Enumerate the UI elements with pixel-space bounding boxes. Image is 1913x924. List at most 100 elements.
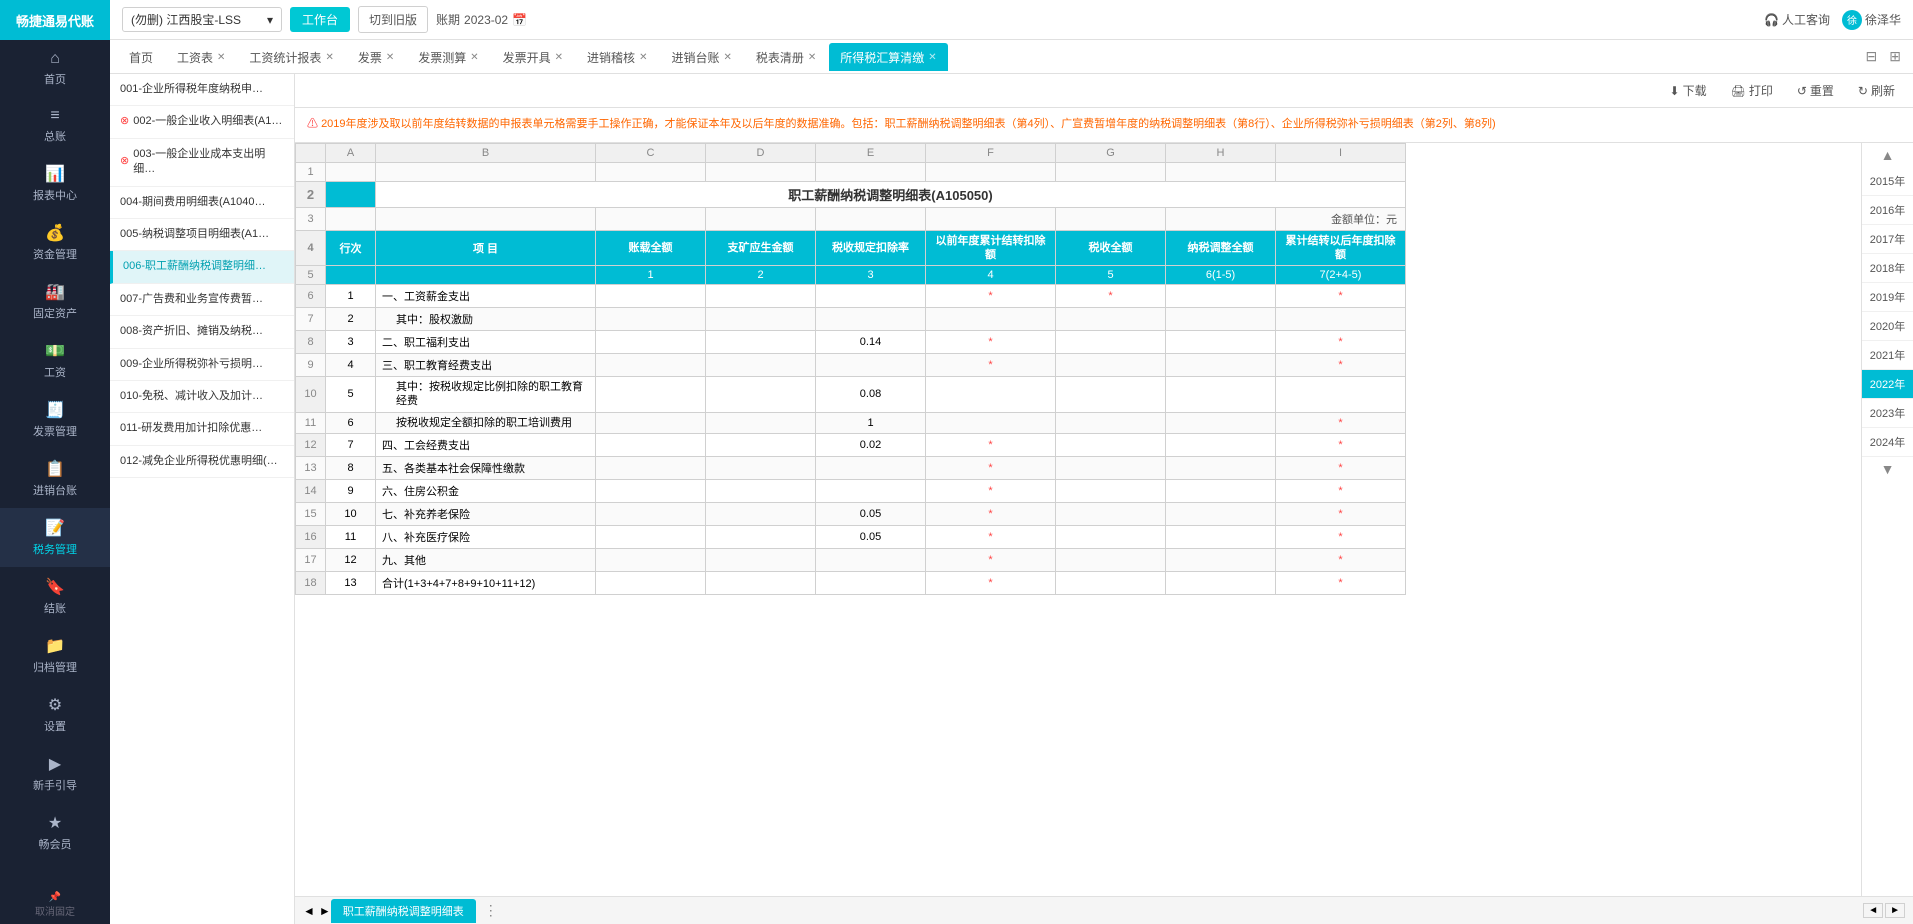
data-cell[interactable] [1166,285,1276,308]
seq-cell[interactable]: 1 [326,285,376,308]
data-cell[interactable]: * [926,354,1056,377]
data-cell[interactable] [706,549,816,572]
year-item-2022[interactable]: 2022年 [1862,370,1913,399]
data-cell[interactable] [596,308,706,331]
sidebar-item-general-ledger[interactable]: ≡ 总账 [0,97,110,154]
year-item-2021[interactable]: 2021年 [1862,341,1913,370]
data-cell[interactable] [706,354,816,377]
cell-D1[interactable] [706,162,816,181]
support-link[interactable]: 🎧 人工客询 [1764,11,1830,28]
data-cell[interactable]: * [1276,526,1406,549]
seq-cell[interactable]: 13 [326,572,376,595]
year-item-2017[interactable]: 2017年 [1862,225,1913,254]
download-button[interactable]: ⬇ 下载 [1664,80,1713,101]
data-cell[interactable] [706,308,816,331]
bottom-nav-right[interactable]: ► [319,904,331,918]
cell-E1[interactable] [816,162,926,181]
cell-E3[interactable] [816,207,926,230]
data-cell[interactable] [816,457,926,480]
scroll-left-btn[interactable]: ◄ [1863,903,1883,918]
item-cell[interactable]: 一、工资薪金支出 [376,285,596,308]
cell-A1[interactable] [326,162,376,181]
data-cell[interactable] [1166,331,1276,354]
sheet-options-btn[interactable]: ⋮ [484,902,498,919]
data-cell[interactable] [596,549,706,572]
data-cell[interactable]: * [1276,331,1406,354]
year-item-2019[interactable]: 2019年 [1862,283,1913,312]
seq-cell[interactable]: 6 [326,412,376,433]
list-item-010[interactable]: 010-免税、减计收入及加计… [110,381,294,413]
data-cell[interactable] [706,412,816,433]
data-cell[interactable] [596,457,706,480]
data-cell[interactable]: 0.14 [816,331,926,354]
tab-tax-summary-close[interactable]: ✕ [928,52,936,63]
cell-G1[interactable] [1056,162,1166,181]
bottom-nav-left[interactable]: ◄ [303,904,315,918]
data-cell[interactable] [1166,503,1276,526]
year-item-2024[interactable]: 2024年 [1862,428,1913,457]
data-cell[interactable] [1276,377,1406,413]
year-item-2018[interactable]: 2018年 [1862,254,1913,283]
print-button[interactable]: 🖨 打印 [1725,80,1779,101]
data-cell[interactable]: * [1276,434,1406,457]
cell-C1[interactable] [596,162,706,181]
cell-I1[interactable] [1276,162,1406,181]
item-cell[interactable]: 合计(1+3+4+7+8+9+10+11+12) [376,572,596,595]
sidebar-item-new-guide[interactable]: ▶ 新手引导 [0,744,110,803]
data-cell[interactable]: 0.05 [816,526,926,549]
data-cell[interactable]: * [1276,285,1406,308]
tab-inout-ledger[interactable]: 进销台账 ✕ [660,43,742,71]
data-cell[interactable] [706,331,816,354]
tab-payroll-stat-close[interactable]: ✕ [325,52,333,63]
sidebar-item-invoice-mgmt[interactable]: 🧾 发票管理 [0,390,110,449]
data-cell[interactable] [596,285,706,308]
list-item-007[interactable]: 007-广告费和业务宣传费暂… [110,284,294,316]
data-cell[interactable]: 0.08 [816,377,926,413]
data-cell[interactable] [1056,354,1166,377]
cell-B3[interactable] [376,207,596,230]
data-cell[interactable]: * [1276,572,1406,595]
data-cell[interactable] [706,503,816,526]
sidebar-item-settings[interactable]: ⚙ 设置 [0,685,110,744]
data-cell[interactable] [1056,549,1166,572]
data-cell[interactable] [596,377,706,413]
refresh-button[interactable]: ↻ 刷新 [1852,80,1901,101]
data-cell[interactable] [706,434,816,457]
item-cell[interactable]: 其中：股权激励 [376,308,596,331]
cell-F1[interactable] [926,162,1056,181]
data-cell[interactable]: * [1276,503,1406,526]
list-item-002[interactable]: ⊗ 002-一般企业收入明细表(A1… [110,106,294,138]
cancel-fixed-btn[interactable]: 📌 取消固定 [0,886,110,924]
seq-cell[interactable]: 12 [326,549,376,572]
data-cell[interactable]: * [926,526,1056,549]
data-cell[interactable] [1056,526,1166,549]
cell-A3[interactable] [326,207,376,230]
scroll-right-btn[interactable]: ► [1885,903,1905,918]
list-item-004[interactable]: 004-期间费用明细表(A1040… [110,187,294,219]
tab-home[interactable]: 首页 [118,43,164,71]
list-item-005[interactable]: 005-纳税调整项目明细表(A1… [110,219,294,251]
item-cell[interactable]: 八、补充医疗保险 [376,526,596,549]
data-cell[interactable] [1166,377,1276,413]
cell-H3[interactable] [1166,207,1276,230]
tab-invoice-close[interactable]: ✕ [386,52,394,63]
data-cell[interactable]: * [926,285,1056,308]
data-cell[interactable] [596,434,706,457]
item-cell[interactable]: 三、职工教育经费支出 [376,354,596,377]
sidebar-item-home[interactable]: ⌂ 首页 [0,40,110,97]
seq-cell[interactable]: 8 [326,457,376,480]
sheet-tab[interactable]: 职工薪酬纳税调整明细表 [331,899,476,923]
cell-G3[interactable] [1056,207,1166,230]
data-cell[interactable]: * [1276,549,1406,572]
data-cell[interactable] [1166,572,1276,595]
seq-cell[interactable]: 3 [326,331,376,354]
data-cell[interactable] [816,308,926,331]
sidebar-item-vip[interactable]: ★ 畅会员 [0,803,110,862]
data-cell[interactable] [816,549,926,572]
data-cell[interactable] [596,331,706,354]
data-cell[interactable] [706,457,816,480]
data-cell[interactable] [1056,377,1166,413]
cell-F3[interactable] [926,207,1056,230]
data-cell[interactable] [596,480,706,503]
reset-button[interactable]: ↺ 重置 [1791,80,1840,101]
